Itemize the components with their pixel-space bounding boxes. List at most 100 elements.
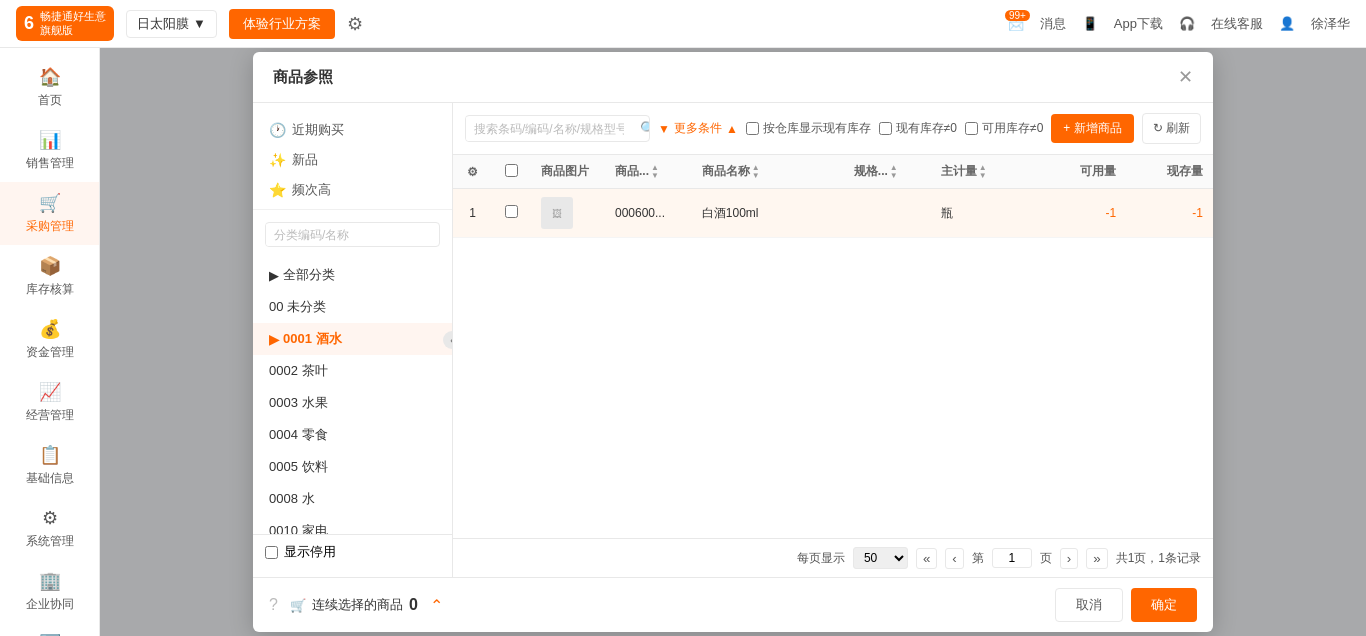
category-c0002[interactable]: 0002 茶叶 [253, 355, 452, 387]
row-img-cell: 🖼 [531, 189, 605, 238]
table-pagination: 每页显示 50 10 20 100 « ‹ 第 页 [453, 538, 1213, 577]
display-stopped-section: 显示停用 [253, 534, 452, 569]
frequent-icon: ⭐ [269, 182, 286, 198]
operation-icon: 📈 [39, 381, 61, 403]
category-c0008[interactable]: 0008 水 [253, 483, 452, 515]
sidebar-item-home[interactable]: 🏠 首页 [0, 56, 99, 119]
help-icon[interactable]: ? [269, 596, 278, 614]
category-list: ▶ 全部分类 00 未分类 ▶ 0001 酒水 0002 茶 [253, 255, 452, 534]
experience-btn[interactable]: 体验行业方案 [229, 9, 335, 39]
quick-link-new[interactable]: ✨ 新品 [265, 145, 440, 175]
main-layout: 🏠 首页 📊 销售管理 🛒 采购管理 📦 库存核算 💰 资金管理 📈 经营管理 … [0, 48, 1366, 636]
product-search-btn[interactable]: 🔍 [632, 116, 650, 141]
product-table-container: ⚙ 商品图片 [453, 155, 1213, 538]
per-page-select[interactable]: 50 10 20 100 [853, 547, 908, 569]
th-name[interactable]: 商品名称 ▲▼ [692, 155, 844, 189]
filter-btn[interactable]: ▼ 更多条件 ▲ [658, 120, 738, 137]
page-number-input[interactable] [992, 548, 1032, 568]
category-c0004[interactable]: 0004 零食 [253, 419, 452, 451]
gear-icon[interactable]: ⚙ [347, 13, 363, 35]
navbar: 6 畅捷通好生意 旗舰版 日太阳膜 ▼ 体验行业方案 ⚙ 📩 99+ 消息 📱 … [0, 0, 1366, 48]
purchase-icon: 🛒 [39, 192, 61, 214]
row-stock: -1 [1126, 189, 1213, 238]
quick-link-recent[interactable]: 🕐 近期购买 [265, 115, 440, 145]
logo: 6 畅捷通好生意 旗舰版 [16, 6, 114, 40]
checkbox-stock[interactable] [746, 122, 759, 135]
category-all[interactable]: ▶ 全部分类 [253, 259, 452, 291]
row-num: 1 [453, 189, 492, 238]
confirm-btn[interactable]: 确定 [1131, 588, 1197, 622]
modal-header: 商品参照 ✕ [253, 52, 1213, 103]
th-stock: 现存量 [1126, 155, 1213, 189]
next-page-btn[interactable]: › [1060, 548, 1078, 569]
row-checkbox[interactable] [505, 205, 518, 218]
filter-options: 按仓库显示现有库存 现有库存≠0 可用库存≠0 [746, 120, 1044, 137]
total-info: 共1页，1条记录 [1116, 550, 1201, 567]
checkbox-nonzero-label[interactable]: 现有库存≠0 [879, 120, 957, 137]
footer-collapse-btn[interactable]: ⌃ [430, 596, 443, 615]
sidebar-item-finance[interactable]: 💰 资金管理 [0, 308, 99, 371]
messages-btn[interactable]: 📩 99+ [1008, 16, 1024, 31]
display-stopped-checkbox[interactable] [265, 546, 278, 559]
c0001-arrow-icon: ▶ [269, 332, 279, 347]
modal-overlay: 商品参照 ✕ 🕐 近期购买 ✨ [100, 48, 1366, 636]
category-c0010[interactable]: 0010 家电 [253, 515, 452, 534]
sidebar-item-basics[interactable]: 📋 基础信息 [0, 434, 99, 497]
th-spec[interactable]: 规格... ▲▼ [844, 155, 931, 189]
continuous-label: 连续选择的商品 [312, 596, 403, 614]
store-selector[interactable]: 日太阳膜 ▼ [126, 10, 217, 38]
sidebar-item-enterprise[interactable]: 🏢 企业协同 [0, 560, 99, 623]
row-checkbox-cell [492, 189, 531, 238]
checkbox-nonzero[interactable] [879, 122, 892, 135]
modal-body: 🕐 近期购买 ✨ 新品 ⭐ 频次高 [253, 103, 1213, 577]
row-unit: 瓶 [931, 189, 1018, 238]
logo-icon: 6 [24, 13, 34, 34]
category-c00[interactable]: 00 未分类 [253, 291, 452, 323]
navbar-right: 📩 99+ 消息 📱 App下载 🎧 在线客服 👤 徐泽华 [1008, 15, 1350, 33]
checkbox-available-label[interactable]: 可用库存≠0 [965, 120, 1043, 137]
first-page-btn[interactable]: « [916, 548, 937, 569]
product-search-input[interactable] [466, 117, 632, 141]
main-content: 商品参照 ✕ 🕐 近期购买 ✨ [100, 48, 1366, 636]
category-c0003[interactable]: 0003 水果 [253, 387, 452, 419]
category-search-icon[interactable]: 🔍 [432, 223, 440, 246]
filter-collapse-icon: ▲ [726, 122, 738, 136]
cart-section[interactable]: 🛒 连续选择的商品 0 [290, 596, 418, 614]
table-row[interactable]: 1 🖼 [453, 189, 1213, 238]
sidebar-item-inventory[interactable]: 📦 库存核算 [0, 245, 99, 308]
category-search-input[interactable] [266, 224, 432, 246]
row-code: 000600... [605, 189, 692, 238]
category-search: 🔍 [265, 222, 440, 247]
all-arrow-icon: ▶ [269, 268, 279, 283]
sidebar-item-purchase[interactable]: 🛒 采购管理 [0, 182, 99, 245]
cart-icon: 🛒 [290, 598, 306, 613]
prev-page-btn[interactable]: ‹ [945, 548, 963, 569]
enterprise-icon: 🏢 [39, 570, 61, 592]
category-panel: 🕐 近期购买 ✨ 新品 ⭐ 频次高 [253, 103, 453, 577]
home-icon: 🏠 [39, 66, 61, 88]
select-all-checkbox[interactable] [505, 164, 518, 177]
sidebar-item-operation[interactable]: 📈 经营管理 [0, 371, 99, 434]
th-unit[interactable]: 主计量 ▲▼ [931, 155, 1018, 189]
filter-icon: ▼ [658, 122, 670, 136]
th-code[interactable]: 商品... ▲▼ [605, 155, 692, 189]
checkbox-stock-label[interactable]: 按仓库显示现有库存 [746, 120, 871, 137]
quick-link-frequent[interactable]: ⭐ 频次高 [265, 175, 440, 205]
category-c0001[interactable]: ▶ 0001 酒水 [253, 323, 452, 355]
sidebar-item-system[interactable]: ⚙ 系统管理 [0, 497, 99, 560]
row-name: 白酒100ml [692, 189, 844, 238]
sidebar-item-sales[interactable]: 📊 销售管理 [0, 119, 99, 182]
category-c0005[interactable]: 0005 饮料 [253, 451, 452, 483]
row-spec [844, 189, 931, 238]
last-page-btn[interactable]: » [1086, 548, 1107, 569]
modal-close-btn[interactable]: ✕ [1178, 66, 1193, 88]
modal-title: 商品参照 [273, 68, 333, 87]
cancel-btn[interactable]: 取消 [1055, 588, 1123, 622]
row-available: -1 [1018, 189, 1127, 238]
sidebar-item-guide[interactable]: 🆕 新手引导 [0, 623, 99, 636]
add-product-btn[interactable]: + 新增商品 [1051, 114, 1133, 143]
checkbox-available[interactable] [965, 122, 978, 135]
quick-links: 🕐 近期购买 ✨ 新品 ⭐ 频次高 [253, 111, 452, 210]
finance-icon: 💰 [39, 318, 61, 340]
refresh-btn[interactable]: ↻ 刷新 [1142, 113, 1201, 144]
